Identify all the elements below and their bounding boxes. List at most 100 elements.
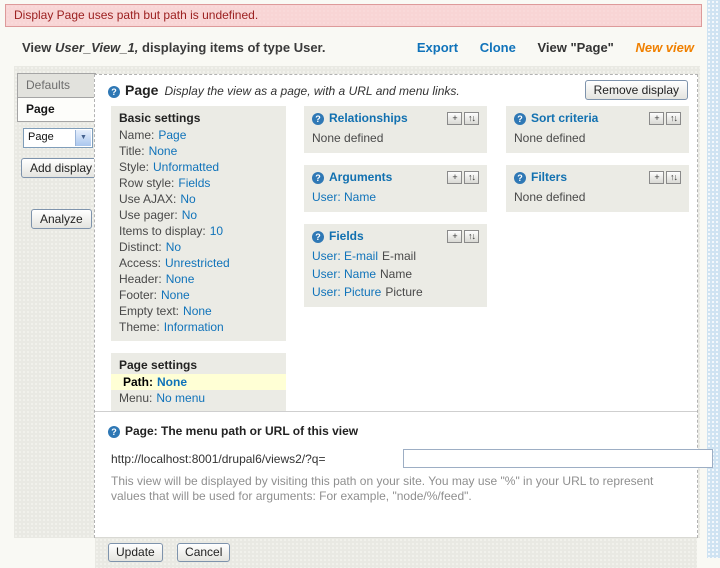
field-item-label: E-mail bbox=[382, 249, 417, 263]
field-item-link[interactable]: User: Name bbox=[312, 267, 376, 281]
setting-label: Use pager: bbox=[119, 208, 178, 222]
setting-link[interactable]: Unrestricted bbox=[165, 256, 230, 270]
display-type-select-value: Page bbox=[28, 131, 54, 143]
setting-link[interactable]: 10 bbox=[210, 224, 223, 238]
setting-link[interactable]: No bbox=[180, 192, 195, 206]
setting-link[interactable]: No bbox=[166, 240, 181, 254]
setting-link[interactable]: No bbox=[182, 208, 197, 222]
tab-page-label: Page bbox=[26, 102, 55, 116]
setting-label: Distinct: bbox=[119, 240, 162, 254]
setting-label: Theme: bbox=[119, 320, 160, 334]
help-icon[interactable]: ? bbox=[312, 230, 324, 243]
add-icon[interactable]: + bbox=[447, 171, 462, 184]
arguments-title-link[interactable]: Arguments bbox=[329, 169, 392, 186]
sort-criteria-title-link[interactable]: Sort criteria bbox=[531, 110, 598, 127]
analyze-button[interactable]: Analyze bbox=[31, 209, 92, 229]
rearrange-icon[interactable]: ↑↓ bbox=[666, 112, 681, 125]
add-icon[interactable]: + bbox=[447, 230, 462, 243]
rearrange-icon[interactable]: ↑↓ bbox=[464, 112, 479, 125]
tab-page[interactable]: Page bbox=[17, 97, 96, 122]
setting-label: Empty text: bbox=[119, 304, 180, 318]
help-icon[interactable]: ? bbox=[312, 171, 324, 184]
view-name: User_View_1, bbox=[55, 40, 139, 55]
page-settings-box: Page settings Path: None Menu: No menu bbox=[111, 353, 286, 412]
setting-link[interactable]: None bbox=[149, 144, 178, 158]
rearrange-icon[interactable]: ↑↓ bbox=[666, 171, 681, 184]
help-icon[interactable]: ? bbox=[108, 85, 120, 98]
sort-criteria-empty-text: None defined bbox=[514, 131, 586, 145]
add-icon[interactable]: + bbox=[649, 171, 664, 184]
panel-title: Page bbox=[125, 82, 159, 98]
cancel-button[interactable]: Cancel bbox=[177, 543, 231, 562]
filters-title-link[interactable]: Filters bbox=[531, 169, 567, 186]
update-button[interactable]: Update bbox=[108, 543, 163, 562]
filters-empty-text: None defined bbox=[514, 190, 586, 204]
path-config-section: ? Page: The menu path or URL of this view… bbox=[95, 411, 713, 568]
views-edit-area: Defaults Page Page ▼ Add display Analyze… bbox=[14, 66, 713, 568]
relationships-title-link[interactable]: Relationships bbox=[329, 110, 408, 127]
setting-label: Name: bbox=[119, 128, 155, 142]
page-background-strip bbox=[707, 0, 720, 558]
tab-defaults[interactable]: Defaults bbox=[17, 73, 96, 98]
form-actions-bar: Update Cancel bbox=[95, 537, 697, 568]
relationships-empty-text: None defined bbox=[312, 131, 384, 145]
export-link[interactable]: Export bbox=[417, 40, 458, 55]
help-icon[interactable]: ? bbox=[108, 425, 120, 438]
field-item-label: Name bbox=[380, 267, 413, 281]
setting-link[interactable]: None bbox=[183, 304, 212, 318]
display-type-select[interactable]: Page ▼ bbox=[23, 128, 93, 148]
new-view-link[interactable]: New view bbox=[635, 40, 694, 55]
add-icon[interactable]: + bbox=[447, 112, 462, 125]
add-icon[interactable]: + bbox=[649, 112, 664, 125]
path-value-link[interactable]: None bbox=[157, 375, 187, 389]
help-icon[interactable]: ? bbox=[514, 112, 526, 125]
view-title-suffix: displaying items of type User. bbox=[142, 40, 326, 55]
path-url-row: http://localhost:8001/drupal6/views2/?q= bbox=[111, 449, 713, 468]
help-icon[interactable]: ? bbox=[514, 171, 526, 184]
url-prefix: http://localhost:8001/drupal6/views2/?q= bbox=[111, 452, 326, 466]
rearrange-icon[interactable]: ↑↓ bbox=[464, 171, 479, 184]
path-label: Path: bbox=[123, 375, 153, 389]
path-help-text: This view will be displayed by visiting … bbox=[111, 474, 654, 503]
setting-link[interactable]: Unformatted bbox=[153, 160, 219, 174]
argument-item-link[interactable]: User: Name bbox=[312, 190, 376, 204]
field-item-link[interactable]: User: E-mail bbox=[312, 249, 378, 263]
setting-link[interactable]: None bbox=[166, 272, 195, 286]
help-icon[interactable]: ? bbox=[312, 112, 324, 125]
rearrange-icon[interactable]: ↑↓ bbox=[464, 230, 479, 243]
setting-label: Access: bbox=[119, 256, 162, 270]
display-settings-panel: ? Page Display the view as a page, with a … bbox=[94, 74, 713, 568]
path-input[interactable] bbox=[403, 449, 713, 468]
view-title-prefix: View bbox=[22, 40, 52, 55]
basic-settings-title: Basic settings bbox=[119, 111, 201, 125]
view-header-links: Export Clone View "Page" New view bbox=[399, 40, 694, 55]
path-config-title: Page: The menu path or URL of this view bbox=[125, 424, 359, 438]
arguments-box: ? Arguments + ↑↓ User: Name bbox=[304, 165, 487, 212]
setting-link[interactable]: Information bbox=[164, 320, 224, 334]
menu-label: Menu: bbox=[119, 391, 153, 405]
page-settings-title: Page settings bbox=[119, 358, 198, 372]
setting-label: Title: bbox=[119, 144, 145, 158]
filters-box: ? Filters + ↑↓ None defined bbox=[506, 165, 689, 212]
fields-box: ? Fields + ↑↓ User: E-mail E-mail User: N… bbox=[304, 224, 487, 307]
add-display-button[interactable]: Add display bbox=[21, 158, 102, 178]
view-page-link[interactable]: View "Page" bbox=[537, 40, 613, 55]
remove-display-button[interactable]: Remove display bbox=[584, 80, 688, 100]
setting-link[interactable]: None bbox=[161, 288, 190, 302]
view-header: View User_View_1, displaying items of ty… bbox=[5, 38, 702, 60]
menu-value-link[interactable]: No menu bbox=[156, 391, 205, 405]
panel-subtitle: Display the view as a page, with a URL a… bbox=[164, 84, 460, 98]
error-message-text: Display Page uses path but path is undef… bbox=[14, 8, 259, 22]
setting-link[interactable]: Page bbox=[158, 128, 186, 142]
path-setting-row: Path: None bbox=[111, 374, 286, 390]
sort-criteria-box: ? Sort criteria + ↑↓ None defined bbox=[506, 106, 689, 153]
setting-label: Header: bbox=[119, 272, 162, 286]
field-item-link[interactable]: User: Picture bbox=[312, 285, 381, 299]
setting-label: Footer: bbox=[119, 288, 158, 302]
settings-column-2: ? Relationships + ↑↓ None defined ? Argu… bbox=[304, 106, 487, 319]
clone-link[interactable]: Clone bbox=[480, 40, 516, 55]
setting-label: Row style: bbox=[119, 176, 175, 190]
fields-title-link[interactable]: Fields bbox=[329, 228, 364, 245]
chevron-down-icon[interactable]: ▼ bbox=[75, 130, 91, 146]
setting-link[interactable]: Fields bbox=[178, 176, 210, 190]
